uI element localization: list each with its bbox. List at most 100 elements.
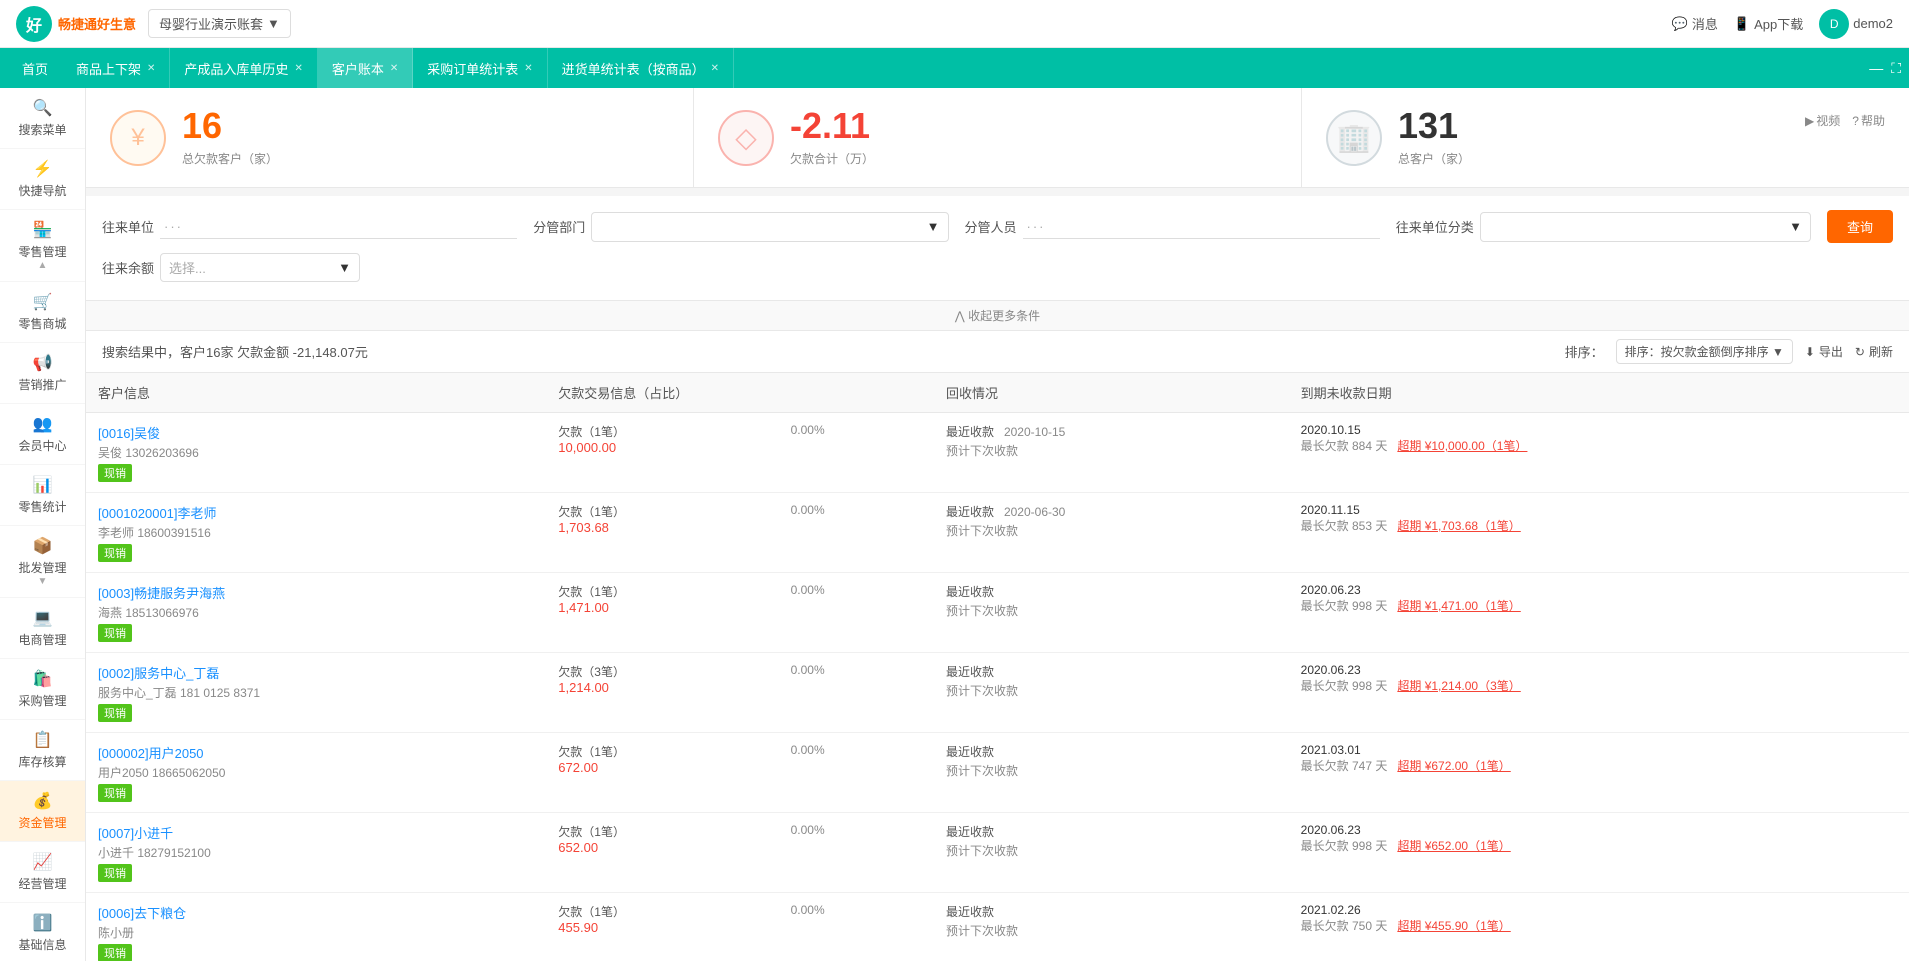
th-return: 回收情况 — [934, 373, 1289, 413]
help-link[interactable]: ? 帮助 — [1852, 112, 1885, 129]
sidebar-item-lingstats[interactable]: 📊 零售统计 — [0, 465, 85, 526]
customer-cell-3: [0002]服务中心_丁磊 服务中心_丁磊 181 0125 8371 现销 — [86, 653, 546, 733]
return-label-0: 最近收款 2020-10-15 — [946, 423, 1277, 440]
debt-amount-3[interactable]: 1,214.00 — [558, 680, 758, 695]
customer-tag-5: 现销 — [98, 864, 132, 882]
filter-select-fenlei[interactable]: ▼ — [1480, 212, 1811, 242]
customer-name-4[interactable]: [000002]用户2050 — [98, 743, 534, 762]
customer-name-5[interactable]: [0007]小进千 — [98, 823, 534, 842]
next-label-1: 预计下次收款 — [946, 522, 1277, 539]
sidebar-item-zijin[interactable]: 💰 资金管理 — [0, 781, 85, 842]
collapse-bar[interactable]: ⋀ 收起更多条件 — [86, 301, 1909, 331]
sidebar-label-lingstats: 零售统计 — [18, 498, 66, 515]
dots-icon: ··· — [164, 219, 183, 234]
debt-pct-6: 0.00% — [791, 903, 825, 917]
close-icon[interactable]: ✕ — [390, 63, 398, 74]
chart-icon: 📊 — [33, 475, 53, 495]
sidebar-label-zijin: 资金管理 — [18, 814, 66, 831]
top-bar-left: 好 畅捷通好生意 母婴行业演示账套 ▼ — [16, 6, 291, 42]
filter-label-yue: 往来余额 — [102, 258, 154, 277]
customer-name-1[interactable]: [0001020001]李老师 — [98, 503, 534, 522]
filter-input-renyuan[interactable]: ··· — [1023, 215, 1380, 239]
export-button[interactable]: ⬇ 导出 — [1805, 343, 1843, 360]
sidebar-item-dianshang[interactable]: 💻 电商管理 — [0, 598, 85, 659]
sidebar-item-huiyuan[interactable]: 👥 会员中心 — [0, 404, 85, 465]
sidebar-item-lingshou[interactable]: 🏪 零售管理 ▲ — [0, 210, 85, 282]
next-label-5: 预计下次收款 — [946, 842, 1277, 859]
sidebar-item-shangcheng[interactable]: 🛒 零售商城 — [0, 282, 85, 343]
shopping-icon: 🛍️ — [33, 669, 53, 689]
sidebar-item-jichu[interactable]: ℹ️ 基础信息 — [0, 903, 85, 961]
tab-home[interactable]: 首页 — [8, 48, 62, 88]
debt-amount-0[interactable]: 10,000.00 — [558, 440, 758, 455]
overdue-link-6[interactable]: 超期 ¥455.90（1笔） — [1397, 919, 1510, 933]
filter-select-bumen[interactable]: ▼ — [591, 212, 948, 242]
customer-name-2[interactable]: [0003]畅捷服务尹海燕 — [98, 583, 534, 602]
sidebar-item-kucun[interactable]: 📋 库存核算 — [0, 720, 85, 781]
refresh-icon: ↻ — [1855, 345, 1865, 359]
tab-caigou[interactable]: 采购订单统计表 ✕ — [413, 48, 547, 88]
video-link[interactable]: ▶ 视频 — [1805, 112, 1840, 129]
close-icon[interactable]: ✕ — [711, 63, 719, 74]
sort-select[interactable]: 排序：按欠款金额倒序排序 ▼ — [1616, 339, 1793, 364]
overdue-link-5[interactable]: 超期 ¥652.00（1笔） — [1397, 839, 1510, 853]
debt-amount-4[interactable]: 672.00 — [558, 760, 758, 775]
user-menu[interactable]: D demo2 — [1819, 9, 1893, 39]
customer-name-6[interactable]: [0006]去下粮仓 — [98, 903, 534, 922]
store-selector[interactable]: 母婴行业演示账套 ▼ — [148, 9, 291, 38]
sidebar-item-search[interactable]: 🔍 搜索菜单 — [0, 88, 85, 149]
sidebar-item-kuaijie[interactable]: ⚡ 快捷导航 — [0, 149, 85, 210]
sidebar-label-kuaijie: 快捷导航 — [18, 182, 66, 199]
close-icon[interactable]: ✕ — [294, 63, 302, 74]
filter-select-yue[interactable]: 选择... ▼ — [160, 253, 360, 282]
customer-contact-1: 李老师 18600391516 — [98, 524, 534, 541]
debt-cell-1: 欠款（1笔） 1,703.68 — [546, 493, 770, 573]
customer-name-0[interactable]: [0016]吴俊 — [98, 423, 534, 442]
sidebar-label-jichu: 基础信息 — [18, 936, 66, 953]
app-download-button[interactable]: 📱 App下载 — [1734, 14, 1803, 33]
debt-cell-2: 欠款（1笔） 1,471.00 — [546, 573, 770, 653]
filter-input-danwei[interactable]: ··· — [160, 215, 517, 239]
minimize-icon[interactable]: — — [1869, 60, 1883, 76]
sidebar-item-caigou[interactable]: 🛍️ 采购管理 — [0, 659, 85, 720]
nav-right-actions: — ⛶ — [1869, 60, 1901, 77]
tab-kehu-zhangben[interactable]: 客户账本 ✕ — [318, 48, 413, 88]
query-button[interactable]: 查询 — [1827, 210, 1893, 243]
stat-icon-3: 🏢 — [1326, 110, 1382, 166]
overdue-link-0[interactable]: 超期 ¥10,000.00（1笔） — [1397, 439, 1527, 453]
next-label-6: 预计下次收款 — [946, 922, 1277, 939]
customer-name-3[interactable]: [0002]服务中心_丁磊 — [98, 663, 534, 682]
debt-amount-2[interactable]: 1,471.00 — [558, 600, 758, 615]
due-cell-4: 2021.03.01 最长欠款 747 天 超期 ¥672.00（1笔） — [1289, 733, 1909, 813]
tab-chanpinpin[interactable]: 产成品入库单历史 ✕ — [170, 48, 317, 88]
computer-icon: 💻 — [33, 608, 53, 628]
filter-row-1: 往来单位 ··· 分管部门 ▼ 分管人员 ··· — [102, 210, 1893, 243]
stat-info-1: 16 总欠款客户（家） — [182, 108, 669, 167]
stat-icon-1: ¥ — [110, 110, 166, 166]
debt-amount-1[interactable]: 1,703.68 — [558, 520, 758, 535]
overdue-link-4[interactable]: 超期 ¥672.00（1笔） — [1397, 759, 1510, 773]
tab-shangpin[interactable]: 商品上下架 ✕ — [62, 48, 170, 88]
message-button[interactable]: 💬 消息 — [1672, 14, 1718, 33]
overdue-link-1[interactable]: 超期 ¥1,703.68（1笔） — [1397, 519, 1520, 533]
expand-icon[interactable]: ⛶ — [1891, 60, 1901, 77]
close-icon[interactable]: ✕ — [524, 63, 532, 74]
due-cell-3: 2020.06.23 最长欠款 998 天 超期 ¥1,214.00（3笔） — [1289, 653, 1909, 733]
refresh-button[interactable]: ↻ 刷新 — [1855, 343, 1893, 360]
overdue-link-2[interactable]: 超期 ¥1,471.00（1笔） — [1397, 599, 1520, 613]
th-due: 到期未收款日期 — [1289, 373, 1909, 413]
debt-amount-5[interactable]: 652.00 — [558, 840, 758, 855]
sidebar-item-yingxiao[interactable]: 📢 营销推广 — [0, 343, 85, 404]
close-icon[interactable]: ✕ — [147, 63, 155, 74]
data-table: 客户信息 欠款交易信息（占比） 回收情况 到期未收款日期 [0016]吴俊 吴俊… — [86, 373, 1909, 961]
debt-amount-6[interactable]: 455.90 — [558, 920, 758, 935]
due-cell-6: 2021.02.26 最长欠款 750 天 超期 ¥455.90（1笔） — [1289, 893, 1909, 961]
return-label-5: 最近收款 — [946, 823, 1277, 840]
sidebar-item-jingying[interactable]: 📈 经营管理 — [0, 842, 85, 903]
overdue-link-3[interactable]: 超期 ¥1,214.00（3笔） — [1397, 679, 1520, 693]
yuan-icon: ¥ — [110, 110, 166, 166]
users-icon: 👥 — [33, 414, 53, 434]
overdue-days-6: 最长欠款 750 天 超期 ¥455.90（1笔） — [1301, 917, 1897, 934]
tab-jinhuo[interactable]: 进货单统计表（按商品） ✕ — [548, 48, 734, 88]
sidebar-item-pifa[interactable]: 📦 批发管理 ▼ — [0, 526, 85, 598]
